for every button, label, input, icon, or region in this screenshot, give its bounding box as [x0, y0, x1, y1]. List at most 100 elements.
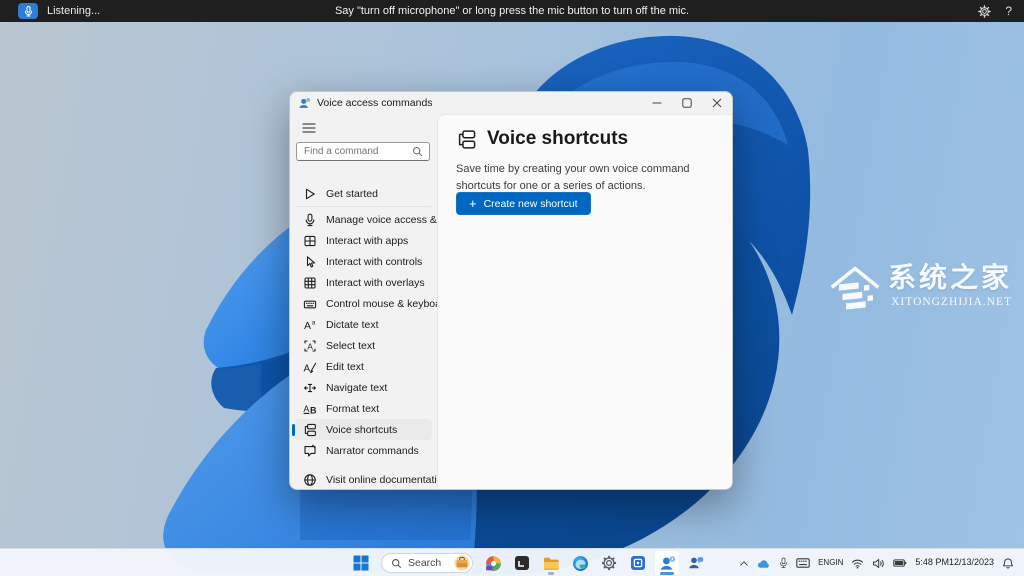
briefcase-search-highlight-icon — [454, 555, 470, 571]
file-explorer-icon — [543, 557, 559, 570]
search-icon — [413, 147, 423, 157]
app-window-icon — [304, 235, 316, 246]
chat-people-icon — [689, 557, 704, 569]
taskbar: Search ENG IN 5:48 PM 12/13/2023 — [0, 548, 1024, 576]
sidebar-item-voice-shortcuts[interactable]: Voice shortcuts — [292, 419, 432, 440]
wifi-icon[interactable] — [851, 558, 864, 569]
svg-text:A: A — [303, 403, 309, 413]
sidebar-item-interact-apps[interactable]: Interact with apps — [295, 230, 432, 251]
active-indicator — [660, 572, 674, 575]
globe-icon — [304, 473, 316, 486]
voice-access-icon — [659, 555, 675, 570]
tray-overflow-chevron[interactable] — [739, 559, 749, 568]
close-button[interactable] — [702, 92, 732, 114]
tray-microphone-icon[interactable] — [779, 557, 788, 569]
taskbar-app-colorful[interactable] — [480, 550, 506, 576]
svg-text:A: A — [307, 341, 313, 351]
sidebar-item-online-documentation[interactable]: Visit online documentation — [295, 469, 448, 489]
start-button[interactable] — [348, 550, 374, 576]
speaker-icon[interactable] — [872, 558, 885, 569]
battery-icon[interactable] — [893, 558, 907, 568]
desktop: 系统之家 XITONGZHIJIA.NET Listening... Say "… — [0, 0, 1024, 576]
edit-text-icon: A — [304, 362, 317, 374]
microphone-button[interactable] — [18, 3, 38, 19]
sidebar-item-interact-overlays[interactable]: Interact with overlays — [295, 272, 432, 293]
play-icon — [305, 188, 315, 199]
windows-logo-icon — [353, 555, 369, 571]
sidebar-item-format-text[interactable]: AB Format text — [295, 398, 432, 419]
narrator-icon — [304, 444, 316, 457]
sidebar-item-get-started[interactable]: Get started — [295, 183, 432, 204]
blue-app-icon — [631, 556, 645, 570]
search-icon — [392, 558, 402, 568]
house-layers-logo-icon — [830, 266, 880, 310]
maximize-button[interactable] — [672, 92, 702, 114]
sidebar-item-narrator-commands[interactable]: Narrator commands — [295, 440, 432, 461]
tray-date: 12/13/2023 — [948, 557, 994, 568]
svg-text:a: a — [312, 319, 316, 326]
sidebar-item-control-mouse-keyboard[interactable]: Control mouse & keyboard — [295, 293, 450, 314]
gear-icon[interactable] — [978, 4, 992, 18]
voice-access-app-icon — [299, 97, 311, 108]
voice-shortcuts-panel: Voice shortcuts Save time by creating yo… — [437, 114, 732, 489]
create-button-label: Create new shortcut — [483, 197, 578, 210]
taskbar-app-chat[interactable] — [683, 550, 709, 576]
search-input[interactable] — [297, 146, 412, 157]
sidebar-item-select-text[interactable]: A Select text — [295, 335, 432, 356]
page-title: Voice shortcuts — [487, 128, 629, 149]
listening-status: Listening... — [47, 5, 101, 17]
tray-time: 5:48 PM — [915, 557, 949, 568]
sidebar-item-manage-voice-access[interactable]: Manage voice access & mic — [295, 209, 456, 230]
svg-text:A: A — [304, 363, 311, 374]
watermark-title: 系统之家 — [887, 262, 1012, 293]
sidebar-item-navigate-text[interactable]: Navigate text — [295, 377, 432, 398]
plus-icon: + — [469, 196, 477, 211]
dark-app-icon — [515, 556, 529, 570]
select-text-icon: A — [304, 339, 316, 352]
minimize-button[interactable] — [642, 92, 672, 114]
taskbar-app-voice-access[interactable] — [654, 550, 680, 576]
taskbar-app-blue[interactable] — [625, 550, 651, 576]
taskbar-center: Search — [348, 549, 709, 576]
onedrive-cloud-icon[interactable] — [757, 558, 771, 569]
language-indicator[interactable]: ENG IN — [818, 558, 843, 567]
sidebar-nav: Get started Manage voice access & mic In… — [290, 183, 456, 489]
keyboard-icon — [303, 300, 317, 308]
sidebar-item-interact-controls[interactable]: Interact with controls — [295, 251, 432, 272]
window-title: Voice access commands — [317, 97, 433, 109]
window-titlebar[interactable]: Voice access commands — [290, 92, 732, 114]
microphone-icon — [305, 213, 315, 226]
hamburger-menu-icon[interactable] — [298, 118, 320, 138]
taskbar-app-dark[interactable] — [509, 550, 535, 576]
site-watermark: 系统之家 XITONGZHIJIA.NET — [828, 264, 1012, 316]
voice-access-bar: Listening... Say "turn off microphone" o… — [0, 0, 1024, 22]
page-description: Save time by creating your own voice com… — [456, 163, 690, 192]
edge-browser-icon — [572, 555, 588, 571]
voice-access-commands-window: Voice access commands Find a command Get… — [289, 91, 733, 490]
settings-gear-icon — [601, 555, 617, 571]
running-indicator — [548, 572, 554, 575]
voice-shortcuts-icon — [304, 423, 316, 436]
sidebar-item-dictate-text[interactable]: Aa Dictate text — [295, 314, 432, 335]
taskbar-app-settings[interactable] — [596, 550, 622, 576]
notification-bell-icon[interactable] — [1002, 557, 1014, 570]
command-search-box[interactable] — [296, 142, 430, 161]
watermark-text: 系统之家 XITONGZHIJIA.NET — [887, 262, 1012, 309]
svg-text:B: B — [310, 405, 317, 415]
watermark-subtitle: XITONGZHIJIA.NET — [891, 296, 1012, 308]
voice-hint-text: Say "turn off microphone" or long press … — [334, 5, 690, 17]
clock[interactable]: 5:48 PM 12/13/2023 — [915, 557, 994, 568]
create-new-shortcut-button[interactable]: + Create new shortcut — [456, 192, 591, 215]
cursor-icon — [306, 255, 316, 267]
format-text-icon: AB — [303, 403, 317, 415]
system-tray: ENG IN 5:48 PM 12/13/2023 — [739, 549, 1024, 576]
taskbar-app-edge[interactable] — [567, 550, 593, 576]
sidebar-item-edit-text[interactable]: A Edit text — [295, 356, 432, 377]
dictate-icon: Aa — [304, 319, 316, 331]
help-icon[interactable]: ? — [1005, 5, 1012, 17]
taskbar-search-pill[interactable]: Search — [381, 553, 473, 573]
taskbar-app-file-explorer[interactable] — [538, 550, 564, 576]
voice-shortcuts-icon — [458, 129, 476, 149]
touch-keyboard-icon[interactable] — [796, 558, 810, 568]
